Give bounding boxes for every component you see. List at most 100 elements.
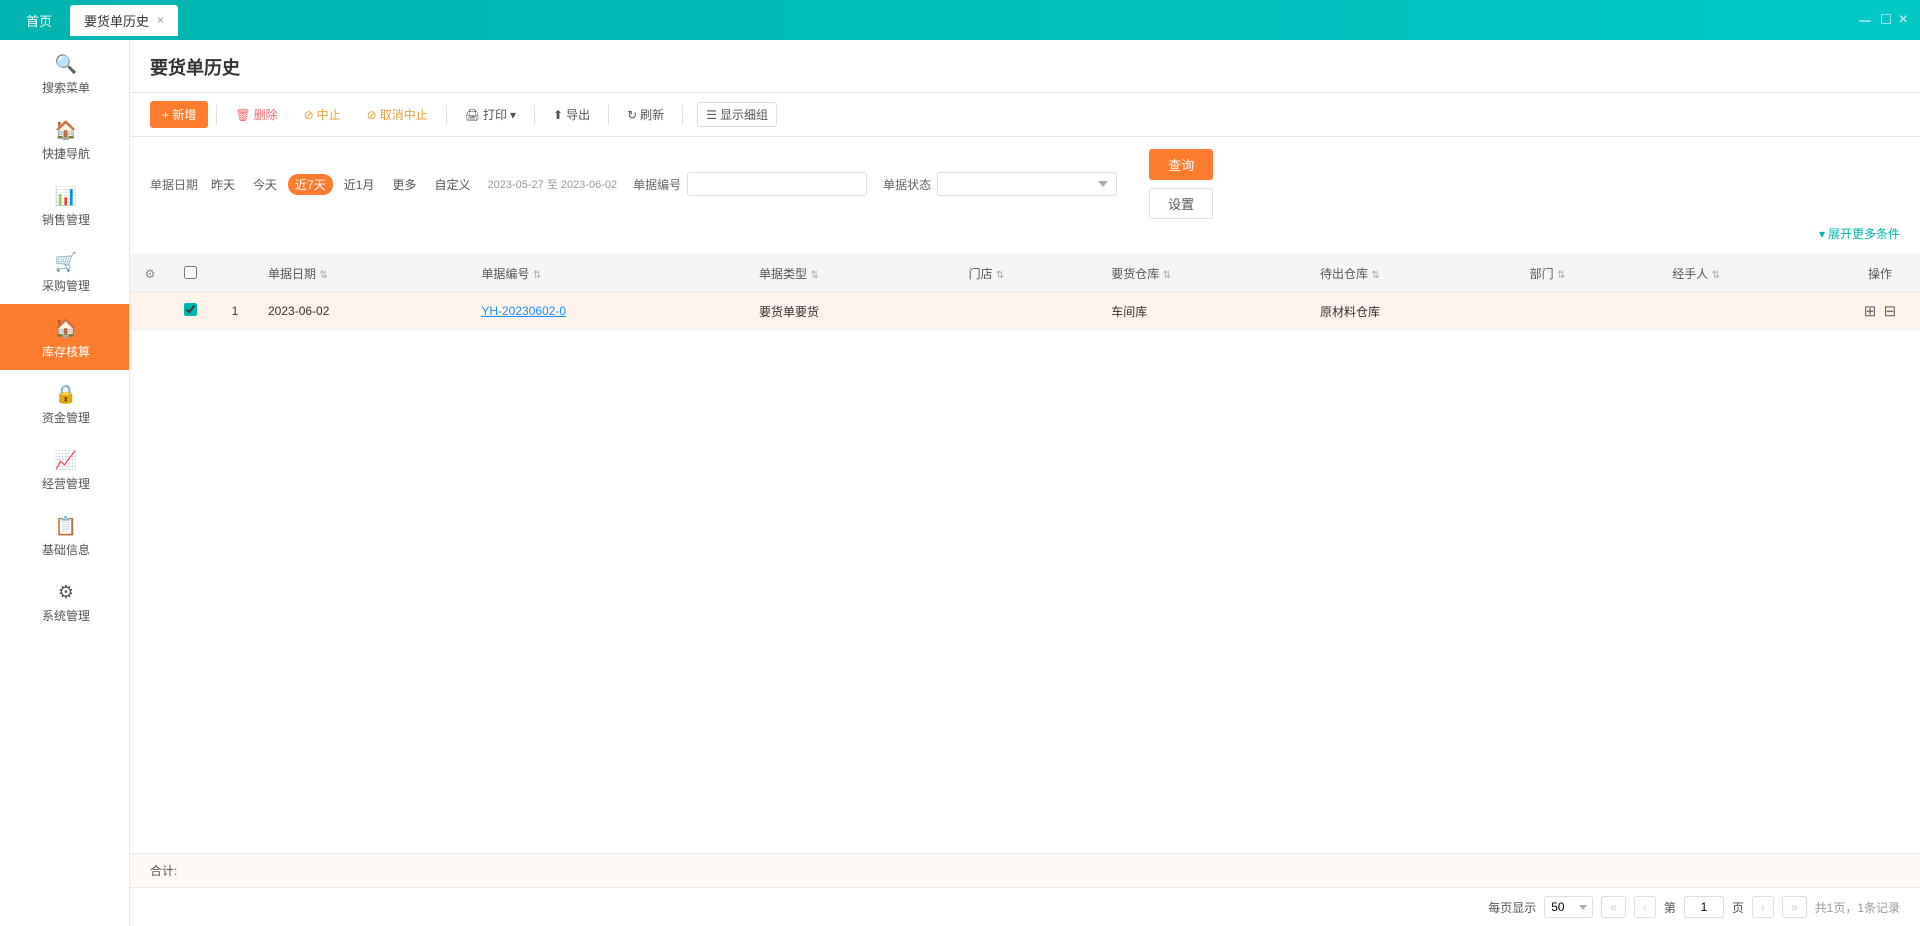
sort-dept-icon: ⇅	[1557, 270, 1565, 281]
row-checkbox[interactable]	[184, 303, 197, 316]
sidebar-item-finance[interactable]: 🔒 资金管理	[0, 370, 129, 436]
sidebar-item-label: 经营管理	[42, 475, 90, 492]
row-num: 1	[210, 293, 260, 330]
col-ops: 操作	[1840, 255, 1920, 293]
sidebar-item-label: 资金管理	[42, 409, 90, 426]
lock-icon: 🔒	[55, 384, 77, 405]
docno-input[interactable]	[687, 172, 867, 196]
window-close-btn[interactable]: ×	[1899, 11, 1908, 29]
row-docno-link[interactable]: YH-20230602-0	[481, 304, 566, 318]
delete-button[interactable]: 🗑 删除	[225, 101, 287, 128]
separator4	[608, 105, 609, 125]
col-docno[interactable]: 单据编号 ⇅	[473, 255, 751, 293]
query-button[interactable]: 查询	[1149, 149, 1213, 180]
top-bar: 首页 要货单历史 × － □ ×	[0, 0, 1920, 40]
row-check	[170, 293, 210, 330]
print-button[interactable]: 🖨 打印 ▾	[455, 101, 526, 128]
date-buttons: 昨天 今天 近7天 近1月 更多 自定义	[204, 174, 477, 195]
sidebar-item-operations[interactable]: 📈 经营管理	[0, 436, 129, 502]
date-btn-1month[interactable]: 近1月	[337, 174, 382, 195]
sidebar-item-purchase[interactable]: 🛒 采购管理	[0, 238, 129, 304]
page-header: 要货单历史	[130, 40, 1920, 93]
cart-icon: 🛒	[55, 252, 77, 273]
export-button[interactable]: ⬆ 导出	[543, 101, 600, 128]
date-btn-more[interactable]: 更多	[385, 174, 423, 195]
sort-handler-icon: ⇅	[1712, 270, 1720, 281]
sidebar-item-label: 采购管理	[42, 277, 90, 294]
page-unit: 页	[1732, 899, 1744, 916]
separator2	[446, 105, 447, 125]
date-filter: 单据日期 昨天 今天 近7天 近1月 更多 自定义 2023-05-27 至 2…	[150, 174, 617, 195]
docno-filter: 单据编号	[633, 172, 867, 196]
filter-area: 单据日期 昨天 今天 近7天 近1月 更多 自定义 2023-05-27 至 2…	[130, 137, 1920, 255]
col-pendingwarehouse[interactable]: 待出仓库 ⇅	[1312, 255, 1522, 293]
row-docdate: 2023-06-02	[260, 293, 473, 330]
cancel-stop-button[interactable]: ⊘ 取消中止	[357, 101, 438, 128]
col-doctype[interactable]: 单据类型 ⇅	[751, 255, 961, 293]
col-docdate[interactable]: 单据日期 ⇅	[260, 255, 473, 293]
data-table: ⚙ 单据日期 ⇅ 单据编号 ⇅	[130, 255, 1920, 330]
date-btn-today[interactable]: 今天	[246, 174, 284, 195]
prev-group-btn[interactable]: «	[1601, 896, 1626, 918]
sort-docno-icon: ⇅	[533, 270, 541, 281]
close-tab-icon[interactable]: ×	[157, 13, 164, 27]
status-select[interactable]	[937, 172, 1117, 196]
expand-filter-button[interactable]: ▾ 展开更多条件	[1819, 225, 1900, 242]
tab-history[interactable]: 要货单历史 ×	[70, 5, 178, 36]
filter-row-2: ▾ 展开更多条件	[150, 225, 1900, 242]
date-label: 单据日期	[150, 176, 198, 193]
sort-docdate-icon: ⇅	[319, 270, 327, 281]
sidebar-item-label: 搜索菜单	[42, 79, 90, 96]
delete-icon: 🗑	[235, 108, 250, 122]
tab-home[interactable]: 首页	[12, 5, 66, 36]
date-btn-7days[interactable]: 近7天	[288, 174, 333, 195]
new-button[interactable]: + 新增	[150, 101, 208, 128]
toolbar: + 新增 🗑 删除 ⊘ 中止 ⊘ 取消中止 🖨 打印	[130, 93, 1920, 137]
col-reqwarehouse[interactable]: 要货仓库 ⇅	[1103, 255, 1312, 293]
row-ops: ⊞ ⊟	[1840, 293, 1920, 330]
refresh-button[interactable]: ↻ 刷新	[617, 101, 674, 128]
print-icon: 🖨	[465, 108, 480, 122]
stop-button[interactable]: ⊘ 中止	[294, 101, 351, 128]
page-size-select[interactable]: 20 50 100 200	[1544, 896, 1593, 918]
table-header-row: ⚙ 单据日期 ⇅ 单据编号 ⇅	[130, 255, 1920, 293]
footer-label: 合计:	[150, 864, 177, 878]
date-btn-custom[interactable]: 自定义	[427, 174, 477, 195]
next-group-btn[interactable]: »	[1782, 896, 1807, 918]
page-label: 第	[1664, 899, 1676, 916]
row-docno: YH-20230602-0	[473, 293, 751, 330]
sidebar-item-quicknav[interactable]: 🏠 快捷导航	[0, 106, 129, 172]
prev-btn[interactable]: ‹	[1634, 896, 1656, 918]
sidebar-item-sales[interactable]: 📊 销售管理	[0, 172, 129, 238]
page-title: 要货单历史	[150, 54, 1900, 80]
inventory-icon: 🏠	[55, 318, 77, 339]
sidebar-item-system[interactable]: ⚙ 系统管理	[0, 568, 129, 634]
col-handler[interactable]: 经手人 ⇅	[1664, 255, 1840, 293]
sidebar-item-basic[interactable]: 📋 基础信息	[0, 502, 129, 568]
date-range-display: 2023-05-27 至 2023-06-02	[487, 176, 617, 192]
row-settings	[130, 293, 170, 330]
date-btn-yesterday[interactable]: 昨天	[204, 174, 242, 195]
row-edit-icon[interactable]: ⊞	[1864, 303, 1877, 320]
page-input[interactable]	[1684, 896, 1724, 918]
cancel-stop-icon: ⊘	[367, 108, 377, 122]
sidebar-item-search[interactable]: 🔍 搜索菜单	[0, 40, 129, 106]
row-doctype: 要货单要货	[751, 293, 961, 330]
next-btn[interactable]: ›	[1752, 896, 1774, 918]
gear-icon: ⚙	[58, 582, 74, 603]
pagination-bar: 每页显示 20 50 100 200 « ‹ 第 页 › » 共1页，1条记录	[130, 887, 1920, 926]
sidebar-item-inventory[interactable]: 🏠 库存核算	[0, 304, 129, 370]
col-store[interactable]: 门店 ⇅	[961, 255, 1104, 293]
maximize-btn[interactable]: □	[1881, 11, 1891, 29]
filter-actions: 查询 设置	[1149, 149, 1213, 219]
minimize-btn[interactable]: －	[1857, 8, 1873, 32]
select-all-checkbox[interactable]	[184, 266, 197, 279]
col-dept[interactable]: 部门 ⇅	[1522, 255, 1665, 293]
settings-button[interactable]: 设置	[1149, 188, 1213, 219]
docno-label: 单据编号	[633, 176, 681, 193]
table-footer: 合计:	[130, 853, 1920, 887]
trend-icon: 📈	[55, 450, 77, 471]
col-settings[interactable]: ⚙	[130, 255, 170, 293]
display-detail-button[interactable]: ☰ 显示细组	[697, 102, 777, 127]
row-detail-icon[interactable]: ⊟	[1884, 303, 1897, 320]
